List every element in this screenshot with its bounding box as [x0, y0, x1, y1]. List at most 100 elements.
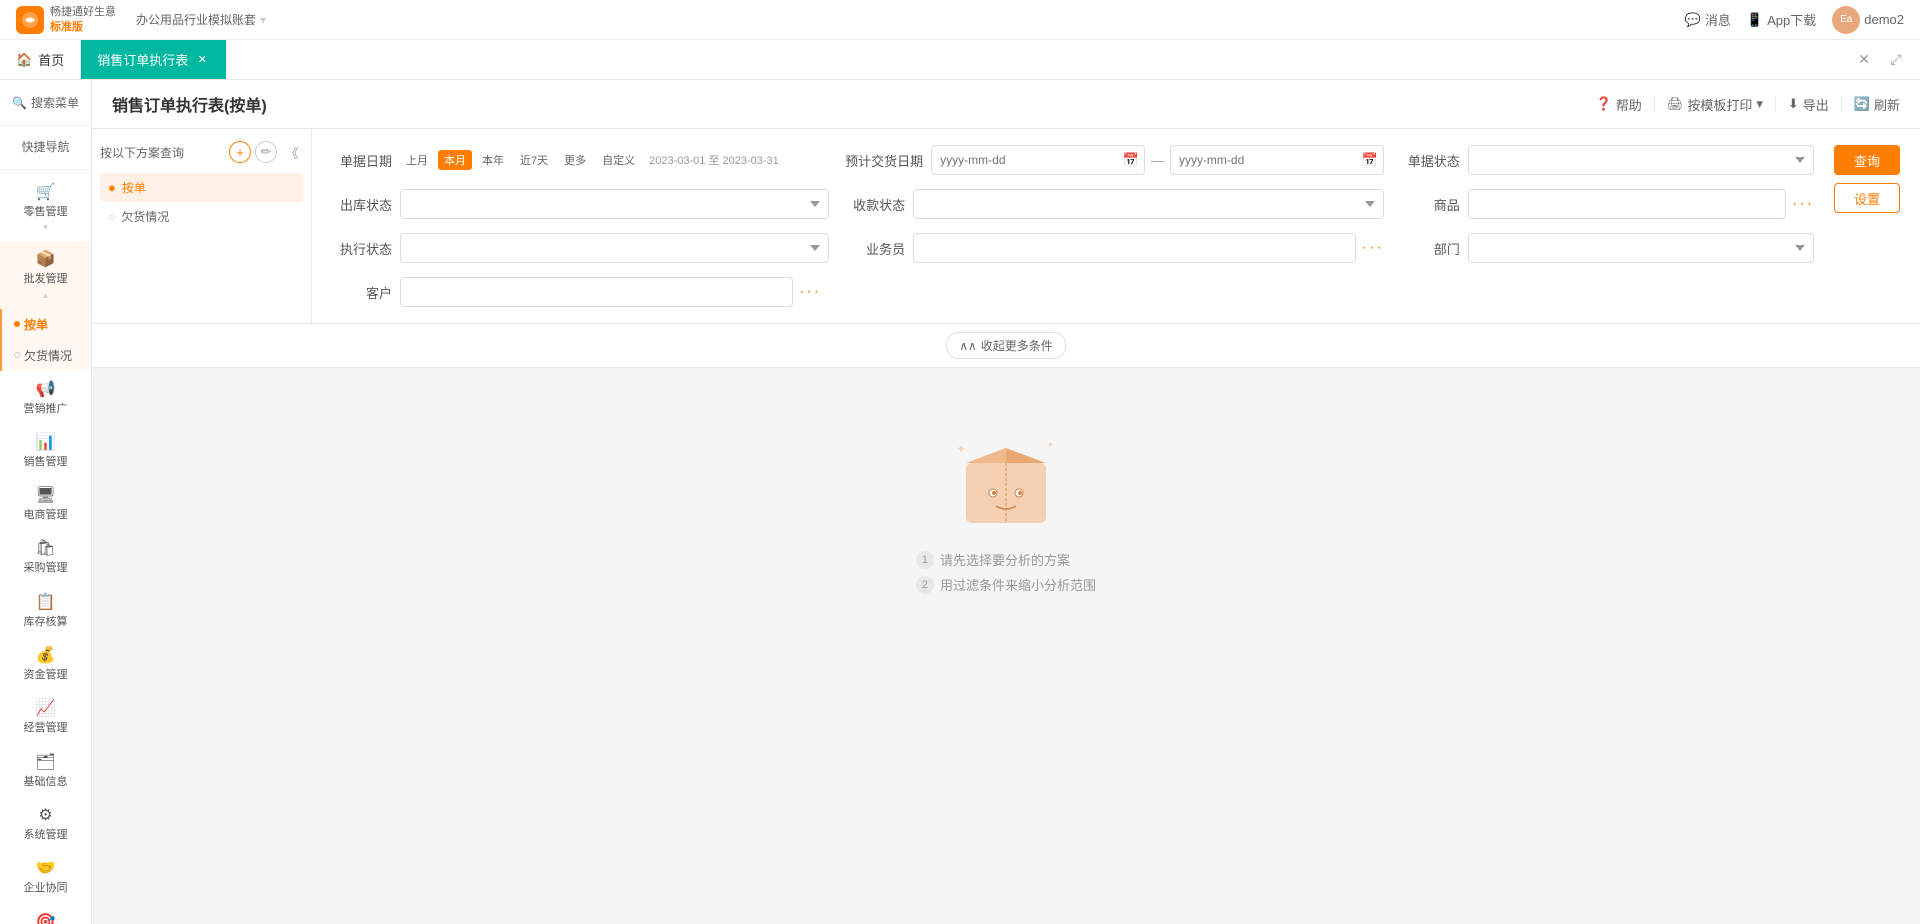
- calendar-to-icon[interactable]: 📅: [1362, 152, 1378, 168]
- tab-sales-order-label: 销售订单执行表: [97, 50, 188, 69]
- sidebar-item-retail[interactable]: 🛒 零售管理 ▾: [0, 174, 91, 241]
- date-tag-custom[interactable]: 自定义: [596, 150, 641, 170]
- empty-text-2: 2 用过滤条件来缩小分析范围: [916, 575, 1096, 594]
- sidebar-search: 🔍 搜索菜单: [0, 80, 91, 126]
- marketing-icon: 📢: [36, 379, 56, 399]
- refresh-btn[interactable]: 🔄 刷新: [1854, 95, 1900, 114]
- search-menu-btn[interactable]: 🔍 搜索菜单: [8, 90, 83, 115]
- message-btn[interactable]: 💬 消息: [1685, 10, 1731, 29]
- export-btn[interactable]: ⬇ 导出: [1788, 95, 1829, 114]
- filter-field-out-status: 出库状态: [332, 189, 829, 219]
- predict-date-control: 📅 — 📅: [931, 145, 1384, 175]
- filter-field-dept: 部门: [1400, 233, 1814, 263]
- edit-scheme-btn[interactable]: ✏: [255, 141, 277, 163]
- sidebar-nav-label: 快捷导航: [0, 134, 91, 161]
- salesman-control: ···: [913, 233, 1384, 263]
- set-btn[interactable]: 设置: [1834, 183, 1900, 213]
- breadcrumb-text: 办公用品行业模拟账套: [136, 11, 256, 28]
- sidebar-item-cooperation[interactable]: 🤝 企业协同: [0, 850, 91, 903]
- sub-owe-dot: [14, 352, 20, 358]
- sidebar: 🔍 搜索菜单 快捷导航 🛒 零售管理 ▾ 📦 批发管理 ▴: [0, 80, 92, 924]
- tab-home[interactable]: 🏠 首页: [0, 40, 81, 79]
- status-select[interactable]: [1468, 145, 1814, 175]
- tab-close-all-btn[interactable]: ✕: [1852, 48, 1876, 72]
- scroll-content: 按以下方案查询 + ✏ 《 ● 按单 ○: [92, 129, 1920, 924]
- sub-order-label: 按单: [24, 316, 48, 333]
- print-arrow-icon: ▾: [1756, 96, 1763, 112]
- filter-field-date: 单据日期 上月 本月 本年 近7天 更多: [332, 150, 829, 170]
- avatar: Ea: [1832, 6, 1860, 34]
- sidebar-item-sales[interactable]: 📊 销售管理: [0, 424, 91, 477]
- query-btn[interactable]: 查询: [1834, 145, 1900, 175]
- sidebar-item-guide[interactable]: 🎯 新手引导: [0, 904, 91, 924]
- scheme-owe-icon: ○: [108, 210, 115, 224]
- tab-expand-btn[interactable]: ⤢: [1884, 48, 1908, 72]
- add-scheme-btn[interactable]: +: [229, 141, 251, 163]
- system-label: 系统管理: [24, 828, 68, 842]
- wholesale-arrow-icon: ▴: [43, 290, 48, 301]
- sidebar-item-marketing[interactable]: 📢 营销推广: [0, 371, 91, 424]
- sidebar-item-basic[interactable]: 🗂 基础信息: [0, 744, 91, 797]
- scheme-item-owe[interactable]: ○ 欠货情况: [100, 202, 303, 231]
- date-tag-lastmonth[interactable]: 上月: [400, 150, 434, 170]
- salesman-dots-btn[interactable]: ···: [1362, 239, 1384, 257]
- goods-input[interactable]: [1468, 189, 1786, 219]
- predict-date-to[interactable]: [1170, 145, 1384, 175]
- guide-icon: 🎯: [36, 912, 56, 924]
- sales-label: 销售管理: [24, 455, 68, 469]
- sidebar-item-purchase[interactable]: 🛍 采购管理: [0, 530, 91, 583]
- filter-actions-right: 查询 设置: [1834, 129, 1920, 323]
- goods-dots-btn[interactable]: ···: [1792, 195, 1814, 213]
- sidebar-item-ecommerce[interactable]: 🖥 电商管理: [0, 477, 91, 530]
- sub-active-dot: [14, 321, 20, 327]
- scheme-item-order[interactable]: ● 按单: [100, 173, 303, 202]
- export-icon: ⬇: [1788, 96, 1799, 112]
- date-tag-thismonth[interactable]: 本月: [438, 150, 472, 170]
- sidebar-sub-wholesale: 按单 欠货情况: [0, 309, 91, 371]
- tab-sales-order[interactable]: 销售订单执行表 ✕: [81, 40, 227, 79]
- breadcrumb-arrow-icon: ▾: [260, 13, 266, 27]
- filter-panel-inner: 按以下方案查询 + ✏ 《 ● 按单 ○: [92, 129, 1920, 323]
- exec-status-select[interactable]: [400, 233, 829, 263]
- customer-input[interactable]: [400, 277, 793, 307]
- sidebar-sub-item-order[interactable]: 按单: [2, 309, 91, 340]
- scheme-order-label: 按单: [122, 179, 146, 196]
- date-tag-more[interactable]: 更多: [558, 150, 592, 170]
- filter-field-status: 单据状态: [1400, 145, 1814, 175]
- collapse-left-btn[interactable]: 《: [281, 141, 303, 163]
- filter-collapse-row: ∧∧ 收起更多条件: [92, 324, 1920, 368]
- app-download-btn[interactable]: 📱 App下载: [1747, 10, 1816, 29]
- sidebar-item-wholesale[interactable]: 📦 批发管理 ▴: [0, 241, 91, 308]
- collect-status-control: [913, 189, 1384, 219]
- help-btn[interactable]: ❓ 帮助: [1596, 95, 1642, 114]
- dept-select[interactable]: [1468, 233, 1814, 263]
- sidebar-item-finance[interactable]: 💰 资金管理: [0, 637, 91, 690]
- basic-label: 基础信息: [24, 775, 68, 789]
- print-btn[interactable]: 🖨 按模板打印 ▾: [1667, 95, 1763, 114]
- goods-control: ···: [1468, 189, 1814, 219]
- tab-close-icon[interactable]: ✕: [194, 52, 210, 68]
- sub-owe-label: 欠货情况: [24, 347, 72, 364]
- predict-date-from[interactable]: [931, 145, 1145, 175]
- scheme-order-icon: ●: [108, 180, 116, 195]
- sidebar-item-operation[interactable]: 📈 经营管理: [0, 690, 91, 743]
- calendar-from-icon[interactable]: 📅: [1123, 152, 1139, 168]
- salesman-input[interactable]: [913, 233, 1356, 263]
- date-tag-7days[interactable]: 近7天: [514, 150, 554, 170]
- collect-status-label: 收款状态: [845, 195, 905, 214]
- inventory-label: 库存核算: [24, 615, 68, 629]
- collapse-btn[interactable]: ∧∧ 收起更多条件: [946, 332, 1066, 359]
- sidebar-item-system[interactable]: ⚙ 系统管理: [0, 797, 91, 850]
- out-status-select[interactable]: [400, 189, 829, 219]
- dept-control: [1468, 233, 1814, 263]
- filter-field-customer: 客户 ···: [332, 277, 821, 307]
- sidebar-sub-item-owe[interactable]: 欠货情况: [2, 340, 91, 371]
- marketing-label: 营销推广: [24, 402, 68, 416]
- user-menu[interactable]: Ea demo2: [1832, 6, 1904, 34]
- date-tag-thisyear[interactable]: 本年: [476, 150, 510, 170]
- goods-label: 商品: [1400, 195, 1460, 214]
- sidebar-item-inventory[interactable]: 📋 库存核算: [0, 584, 91, 637]
- customer-dots-btn[interactable]: ···: [799, 283, 821, 301]
- collect-status-select[interactable]: [913, 189, 1384, 219]
- sidebar-nav: 快捷导航: [0, 126, 91, 170]
